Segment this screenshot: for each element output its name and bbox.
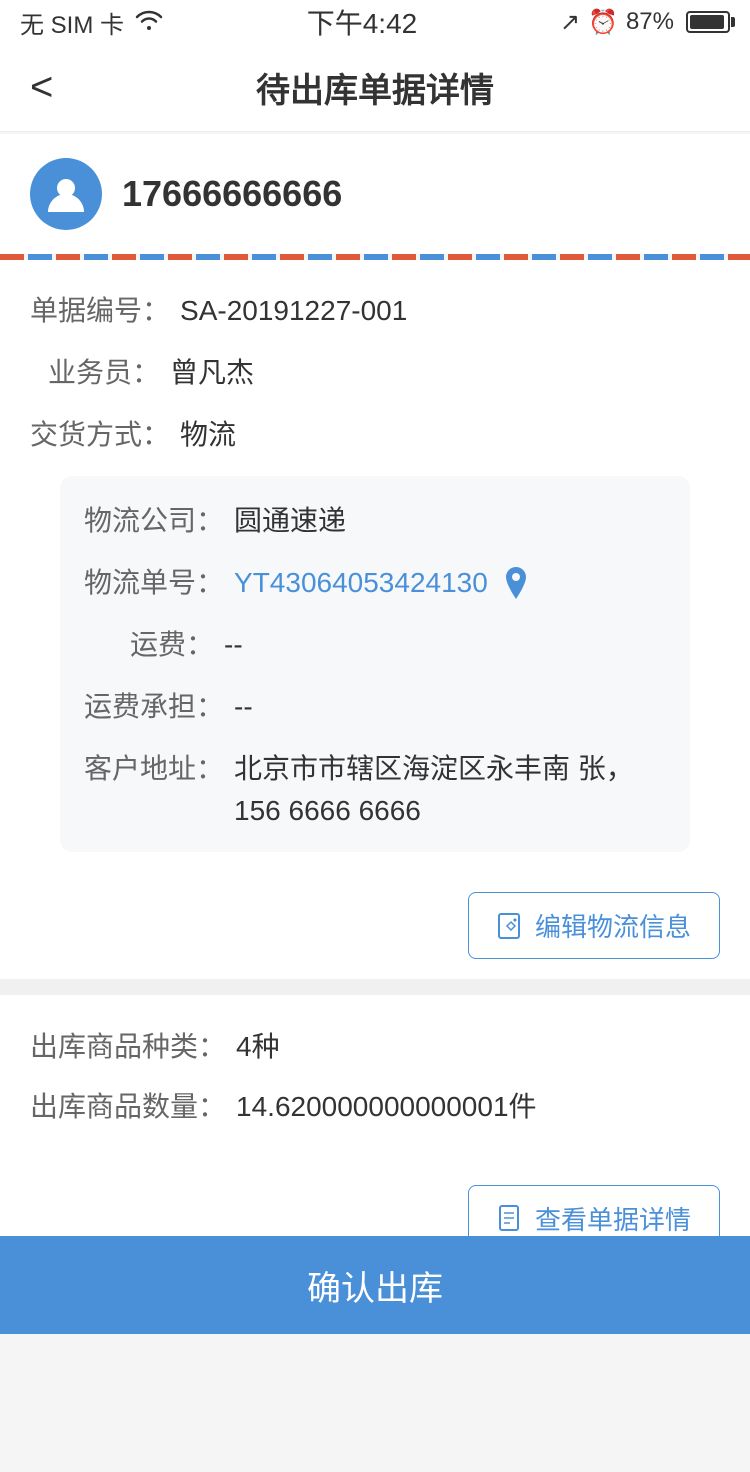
address-value: 北京市市辖区海淀区永丰南 张，156 6666 6666 [234,748,666,832]
edit-icon [497,912,525,940]
order-no-value: SA-20191227-001 [180,290,720,332]
page-title: 待出库单据详情 [256,63,494,112]
address-row: 客户地址： 北京市市辖区海淀区永丰南 张，156 6666 6666 [84,748,666,832]
product-quantity-label: 出库商品数量： [30,1085,226,1125]
sales-person-row: 业务员： 曾凡杰 [30,352,720,394]
section-divider-1 [0,979,750,995]
freight-row: 运费： -- [84,624,666,666]
wifi-icon [134,8,164,37]
sales-person-value: 曾凡杰 [170,352,720,394]
back-button[interactable]: < [30,65,53,110]
edit-logistics-section: 编辑物流信息 [0,872,750,979]
tracking-no-container: YT43064053424130 [224,562,534,604]
delivery-method-row: 交货方式： 物流 [30,414,720,456]
navigation-bar: < 待出库单据详情 [0,44,750,132]
tracking-no-value: YT43064053424130 [234,562,488,604]
order-no-row: 单据编号： SA-20191227-001 [30,290,720,332]
product-types-row: 出库商品种类： 4种 [30,1025,720,1065]
avatar [30,158,102,230]
document-icon [497,1205,525,1233]
order-no-label: 单据编号： [30,290,170,332]
freight-bearer-label: 运费承担： [84,686,224,728]
status-bar-time: 下午4:42 [307,2,418,42]
edit-logistics-button[interactable]: 编辑物流信息 [468,892,720,959]
product-types-value: 4种 [236,1025,720,1065]
customer-phone: 17666666666 [122,173,342,215]
delivery-method-value: 物流 [180,414,720,456]
location-pin-icon[interactable] [498,565,534,601]
alarm-icon: ⏰ [588,8,618,37]
delivery-method-label: 交货方式： [30,414,170,456]
customer-header: 17666666666 [0,134,750,254]
status-bar-right: ↗ ⏰ 87% [560,8,730,37]
view-details-label: 查看单据详情 [535,1200,691,1237]
freight-value: -- [224,624,666,666]
location-status-icon: ↗ [560,8,580,37]
freight-bearer-row: 运费承担： -- [84,686,666,728]
sales-person-label: 业务员： [30,352,160,394]
logistics-company-row: 物流公司： 圆通速递 [84,500,666,542]
confirm-btn-label: 确认出库 [307,1261,443,1310]
edit-logistics-label: 编辑物流信息 [535,907,691,944]
logistics-company-label: 物流公司： [84,500,224,542]
logistics-company-value: 圆通速递 [234,500,666,542]
tracking-no-row: 物流单号： YT43064053424130 [84,562,666,604]
basic-info-section: 单据编号： SA-20191227-001 业务员： 曾凡杰 交货方式： 物流 … [0,260,750,872]
battery-percent: 87% [626,8,674,36]
confirm-btn-container: 确认出库 [0,1236,750,1334]
battery-icon [686,11,730,33]
carrier-text: 无 SIM 卡 [20,5,124,40]
status-bar: 无 SIM 卡 下午4:42 ↗ ⏰ 87% [0,0,750,44]
product-quantity-row: 出库商品数量： 14.620000000000001件 [30,1085,720,1125]
freight-bearer-value: -- [234,686,666,728]
address-label: 客户地址： [84,748,224,790]
product-section: 出库商品种类： 4种 出库商品数量： 14.620000000000001件 [0,995,750,1165]
product-quantity-value: 14.620000000000001件 [236,1085,720,1125]
logistics-card: 物流公司： 圆通速递 物流单号： YT43064053424130 运费： --… [60,476,690,852]
tracking-no-label: 物流单号： [84,562,224,604]
confirm-outbound-button[interactable]: 确认出库 [0,1236,750,1334]
product-types-label: 出库商品种类： [30,1025,226,1065]
status-bar-left: 无 SIM 卡 [20,5,164,40]
freight-label: 运费： [84,624,214,666]
